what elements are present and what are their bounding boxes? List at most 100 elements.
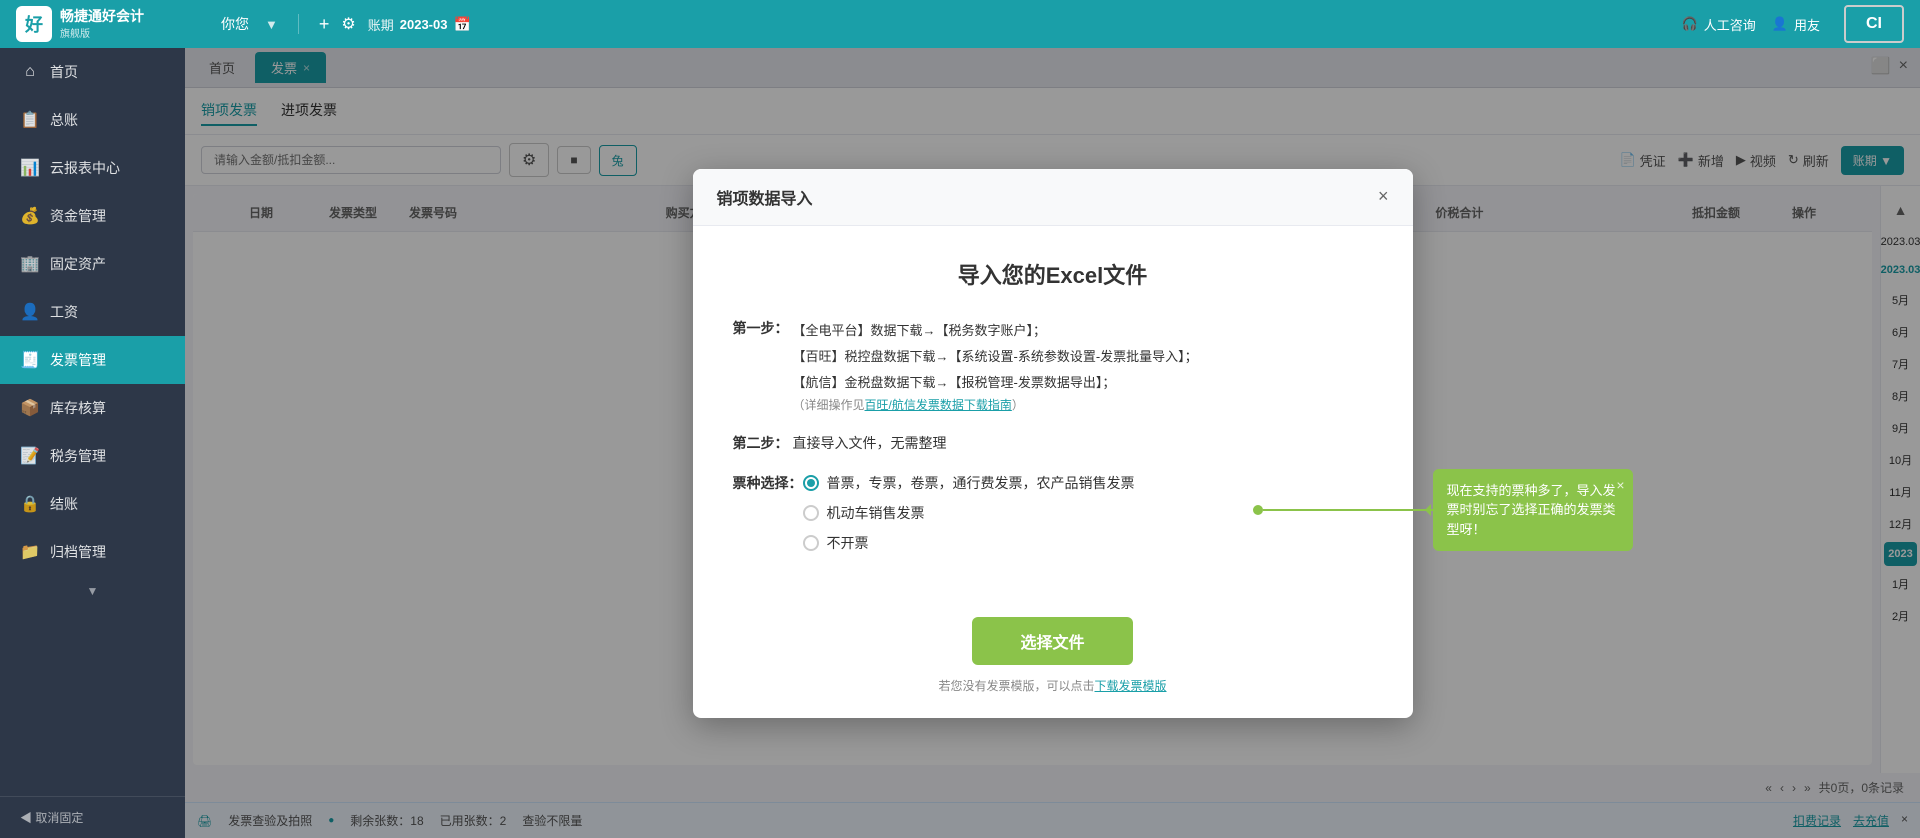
radio-1[interactable] xyxy=(803,475,819,491)
period-info: 账期 2023-03 📅 xyxy=(368,15,471,34)
sidebar-item-label: 结账 xyxy=(50,494,78,514)
sidebar-item-label: 固定资产 xyxy=(50,254,106,274)
tooltip-close-btn[interactable]: × xyxy=(1616,475,1624,496)
sidebar-item-inventory[interactable]: 📦 库存核算 xyxy=(0,384,185,432)
sidebar-item-label: 首页 xyxy=(50,62,78,82)
sidebar-item-ledger[interactable]: 📋 总账 xyxy=(0,96,185,144)
home-icon: ⌂ xyxy=(20,63,40,81)
sidebar-item-tax[interactable]: 📝 税务管理 xyxy=(0,432,185,480)
step1-note: （详细操作见百旺/航信发票数据下载指南） xyxy=(793,396,1198,413)
period-value: 2023-03 xyxy=(400,17,448,32)
topbar: 好 畅捷通好会计 旗舰版 你您 ▼ + ⚙ 账期 2023-03 📅 🎧 人工咨… xyxy=(0,0,1920,48)
user-menu[interactable]: 👤 用友 xyxy=(1772,15,1820,34)
content-area: 首页 发票 × 销项发票 进项发票 ⚙ ■ 兔 📄 xyxy=(185,48,1920,838)
step1-line3: 【航信】金税盘数据下载→【报税管理-发票数据导出】； xyxy=(793,370,1198,396)
account-arrow-icon[interactable]: ▼ xyxy=(265,17,278,32)
ci-avatar: CI xyxy=(1844,5,1904,43)
sidebar-item-label: 库存核算 xyxy=(50,398,106,418)
sidebar-item-label: 工资 xyxy=(50,302,78,322)
sidebar-cancel-fixed[interactable]: ◀ 取消固定 xyxy=(0,796,185,838)
sidebar-item-funds[interactable]: 💰 资金管理 xyxy=(0,192,185,240)
footer-note: 若您没有发票模版，可以点击下载发票模版 xyxy=(938,677,1166,694)
reports-icon: 📊 xyxy=(20,158,40,178)
cancel-fixed-label: ◀ 取消固定 xyxy=(20,811,83,825)
ticket-radio-group: 普票，专票，卷票，通行费发票，农产品销售发票 机动车销售发票 xyxy=(803,473,1135,553)
radio-3[interactable] xyxy=(803,535,819,551)
tooltip-line xyxy=(1263,509,1433,511)
user-icon: 👤 xyxy=(1772,16,1788,32)
settings-icon[interactable]: ⚙ xyxy=(341,14,355,34)
sidebar-item-archive[interactable]: 📁 归档管理 xyxy=(0,528,185,576)
step1-line2: 【百旺】税控盘数据下载→【系统设置-系统参数设置-发票批量导入】； xyxy=(793,344,1198,370)
main-layout: ⌂ 首页 📋 总账 📊 云报表中心 💰 资金管理 🏢 固定资产 👤 工资 🧾 发… xyxy=(0,48,1920,838)
download-template-link[interactable]: 下载发票模版 xyxy=(1095,679,1167,693)
modal-title: 销项数据导入 xyxy=(717,185,813,209)
assets-icon: 🏢 xyxy=(20,254,40,274)
calendar-icon[interactable]: 📅 xyxy=(453,16,470,33)
ticket-option-2-label: 机动车销售发票 xyxy=(827,503,925,523)
topbar-right: 🎧 人工咨询 👤 用友 CI xyxy=(1682,5,1904,43)
modal-close-btn[interactable]: × xyxy=(1378,186,1389,207)
modal-body: 导入您的Excel文件 第一步： 【全电平台】数据下载→【税务数字账户】； 【百… xyxy=(693,226,1413,601)
step1-content: 【全电平台】数据下载→【税务数字账户】； 【百旺】税控盘数据下载→【系统设置-系… xyxy=(793,318,1198,413)
radio-2[interactable] xyxy=(803,505,819,521)
sidebar-item-label: 税务管理 xyxy=(50,446,106,466)
app-edition: 旗舰版 xyxy=(60,25,144,40)
sidebar-item-label: 总账 xyxy=(50,110,78,130)
modal-header: 销项数据导入 × xyxy=(693,169,1413,226)
import-modal: 销项数据导入 × 导入您的Excel文件 第一步： 【全电平台】数据下载→【税务… xyxy=(693,169,1413,718)
payroll-icon: 👤 xyxy=(20,302,40,322)
ticket-select-section: 票种选择： 普票，专票，卷票，通行费发票，农产品销售发票 xyxy=(733,473,1373,553)
step2-section: 第二步： 直接导入文件，无需整理 xyxy=(733,433,1373,453)
modal-footer: 选择文件 若您没有发票模版，可以点击下载发票模版 xyxy=(693,601,1413,718)
ticket-option-3-label: 不开票 xyxy=(827,533,869,553)
tax-icon: 📝 xyxy=(20,446,40,466)
sidebar-item-label: 归档管理 xyxy=(50,542,106,562)
sidebar-item-payroll[interactable]: 👤 工资 xyxy=(0,288,185,336)
close-period-icon: 🔒 xyxy=(20,494,40,514)
sidebar-item-label: 发票管理 xyxy=(50,350,106,370)
tooltip-text: 现在支持的票种多了，导入发票时别忘了选择正确的发票类型呀！ xyxy=(1447,483,1616,537)
sidebar-item-home[interactable]: ⌂ 首页 xyxy=(0,48,185,96)
step1-label: 第一步： xyxy=(733,318,793,338)
tooltip-dot xyxy=(1253,505,1263,515)
invoice-icon: 🧾 xyxy=(20,350,40,370)
sidebar: ⌂ 首页 📋 总账 📊 云报表中心 💰 资金管理 🏢 固定资产 👤 工资 🧾 发… xyxy=(0,48,185,838)
sidebar-item-assets[interactable]: 🏢 固定资产 xyxy=(0,240,185,288)
select-file-btn[interactable]: 选择文件 xyxy=(972,617,1132,665)
footer-note-prefix: 若您没有发票模版，可以点击 xyxy=(938,679,1094,693)
ticket-option-1[interactable]: 普票，专票，卷票，通行费发票，农产品销售发票 xyxy=(803,473,1135,493)
ticket-option-3[interactable]: 不开票 xyxy=(803,533,1135,553)
inventory-icon: 📦 xyxy=(20,398,40,418)
account-selector[interactable]: 你您 xyxy=(221,14,249,34)
ticket-option-2[interactable]: 机动车销售发票 xyxy=(803,503,1135,523)
consult-label: 人工咨询 xyxy=(1704,15,1756,34)
ticket-option-1-label: 普票，专票，卷票，通行费发票，农产品销售发票 xyxy=(827,473,1135,493)
sidebar-scroll-down[interactable]: ▼ xyxy=(0,576,185,606)
divider xyxy=(298,14,299,34)
user-label: 用友 xyxy=(1794,15,1820,34)
ticket-label: 票种选择： xyxy=(733,473,803,493)
modal-main-title: 导入您的Excel文件 xyxy=(733,258,1373,290)
app-logo: 好 畅捷通好会计 旗舰版 xyxy=(16,6,201,42)
archive-icon: 📁 xyxy=(20,542,40,562)
funds-icon: 💰 xyxy=(20,206,40,226)
step1-section: 第一步： 【全电平台】数据下载→【税务数字账户】； 【百旺】税控盘数据下载→【系… xyxy=(733,318,1373,413)
step2-label: 第二步： xyxy=(733,433,793,453)
sidebar-item-label: 资金管理 xyxy=(50,206,106,226)
sidebar-item-close[interactable]: 🔒 结账 xyxy=(0,480,185,528)
modal-overlay: 销项数据导入 × 导入您的Excel文件 第一步： 【全电平台】数据下载→【税务… xyxy=(185,48,1920,838)
app-name: 畅捷通好会计 xyxy=(60,8,144,25)
consult-button[interactable]: 🎧 人工咨询 xyxy=(1682,15,1756,34)
add-icon[interactable]: + xyxy=(319,14,330,35)
step1-line1: 【全电平台】数据下载→【税务数字账户】； xyxy=(793,318,1198,344)
sidebar-item-invoice[interactable]: 🧾 发票管理 xyxy=(0,336,185,384)
tooltip-popup: × 现在支持的票种多了，导入发票时别忘了选择正确的发票类型呀！ xyxy=(1433,469,1633,552)
download-guide-link[interactable]: 百旺/航信发票数据下载指南 xyxy=(865,398,1012,412)
period-label: 账期 xyxy=(368,15,394,34)
step2-content: 直接导入文件，无需整理 xyxy=(793,433,947,453)
ledger-icon: 📋 xyxy=(20,110,40,130)
headset-icon: 🎧 xyxy=(1682,16,1698,32)
sidebar-item-label: 云报表中心 xyxy=(50,158,120,178)
sidebar-item-reports[interactable]: 📊 云报表中心 xyxy=(0,144,185,192)
